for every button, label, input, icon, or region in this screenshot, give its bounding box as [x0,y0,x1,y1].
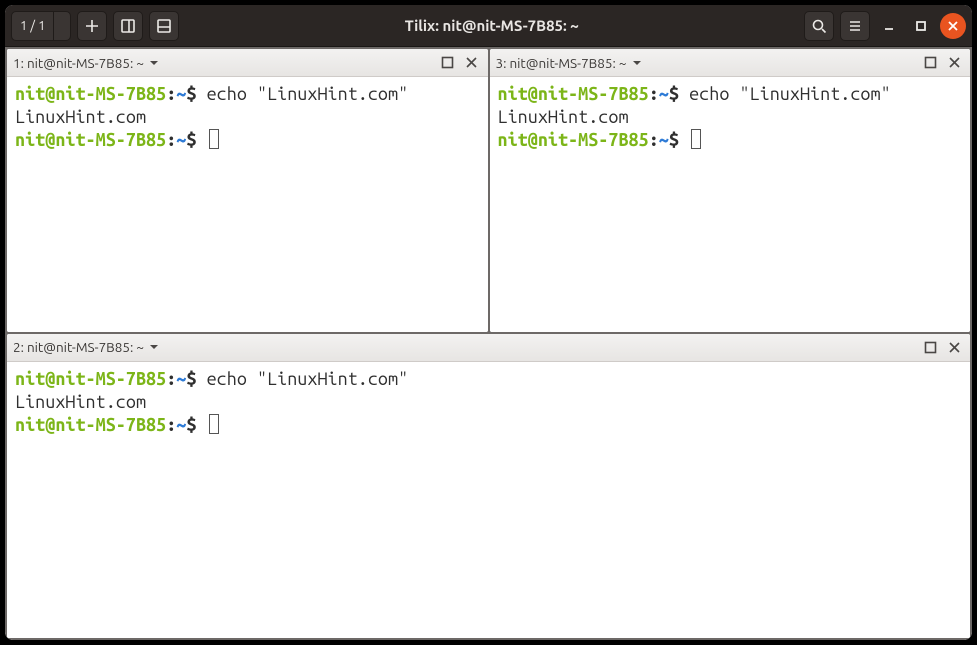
close-pane-icon[interactable] [944,53,964,73]
search-button[interactable] [804,11,834,41]
terminal-pane-3: 3: nit@nit-MS-7B85: ~ nit@nit-MS-7B85: [490,49,971,332]
prompt-path: ~ [176,369,186,389]
pane-title[interactable]: 1: nit@nit-MS-7B85: ~ [13,55,161,71]
pane-row-top: 1: nit@nit-MS-7B85: ~ nit@nit-MS-7B85: [7,49,970,332]
pane-header[interactable]: 2: nit@nit-MS-7B85: ~ [7,334,970,362]
prompt-path: ~ [176,415,186,435]
terminal-body[interactable]: nit@nit-MS-7B85:~$ echo "LinuxHint.com" … [7,362,970,638]
terminal-pane-1: 1: nit@nit-MS-7B85: ~ nit@nit-MS-7B85: [7,49,488,332]
menu-button[interactable] [840,11,870,41]
titlebar: 1 / 1 Tilix: nit@nit-MS-7B85: ~ [5,5,972,47]
minimize-button[interactable] [876,13,902,39]
cursor [209,414,219,434]
session-dropdown-icon[interactable] [53,12,70,40]
maximize-pane-icon[interactable] [920,53,940,73]
prompt-user-host: nit@nit-MS-7B85 [15,369,166,389]
split-down-button[interactable] [149,11,179,41]
pane-title-label: nit@nit-MS-7B85: ~ [509,55,626,71]
cursor [691,129,701,149]
split-right-button[interactable] [113,11,143,41]
terminal-pane-2: 2: nit@nit-MS-7B85: ~ nit@nit-MS-7B85: [7,334,970,638]
prompt-symbol: $ [186,415,196,435]
pane-row-bottom: 2: nit@nit-MS-7B85: ~ nit@nit-MS-7B85: [7,334,970,638]
app-window: 1 / 1 Tilix: nit@nit-MS-7B85: ~ [5,5,972,640]
prompt-symbol: $ [186,130,196,150]
terminal-body[interactable]: nit@nit-MS-7B85:~$ echo "LinuxHint.com" … [7,77,488,332]
pane-title-label: nit@nit-MS-7B85: ~ [27,55,144,71]
new-session-button[interactable] [77,11,107,41]
titlebar-left: 1 / 1 [11,11,179,41]
chevron-down-icon[interactable] [147,56,161,70]
prompt-user-host: nit@nit-MS-7B85 [15,130,166,150]
close-pane-icon[interactable] [462,53,482,73]
pane-title[interactable]: 3: nit@nit-MS-7B85: ~ [496,55,644,71]
command-output: LinuxHint.com [15,107,146,127]
prompt-symbol: $ [669,130,679,150]
maximize-pane-icon[interactable] [438,53,458,73]
terminal-body[interactable]: nit@nit-MS-7B85:~$ echo "LinuxHint.com" … [490,77,971,332]
pane-title-prefix: 3: [496,55,507,71]
pane-title[interactable]: 2: nit@nit-MS-7B85: ~ [13,339,161,355]
prompt-symbol: $ [669,84,679,104]
command-output: LinuxHint.com [15,392,146,412]
close-pane-icon[interactable] [944,337,964,357]
cursor [209,129,219,149]
titlebar-right [804,11,966,41]
pane-title-prefix: 2: [13,339,24,355]
command-text: echo "LinuxHint.com" [207,84,409,104]
session-switcher[interactable]: 1 / 1 [11,11,71,41]
maximize-pane-icon[interactable] [920,337,940,357]
prompt-user-host: nit@nit-MS-7B85 [498,84,649,104]
prompt-path: ~ [176,130,186,150]
prompt-user-host: nit@nit-MS-7B85 [15,84,166,104]
chevron-down-icon[interactable] [630,56,644,70]
command-output: LinuxHint.com [498,107,629,127]
prompt-symbol: $ [186,84,196,104]
maximize-button[interactable] [908,13,934,39]
prompt-user-host: nit@nit-MS-7B85 [15,415,166,435]
prompt-path: ~ [659,84,669,104]
session-counter[interactable]: 1 / 1 [12,12,53,40]
pane-title-prefix: 1: [13,55,24,71]
pane-container: 1: nit@nit-MS-7B85: ~ nit@nit-MS-7B85: [5,47,972,640]
prompt-user-host: nit@nit-MS-7B85 [498,130,649,150]
pane-title-label: nit@nit-MS-7B85: ~ [27,339,144,355]
pane-header[interactable]: 1: nit@nit-MS-7B85: ~ [7,49,488,77]
close-button[interactable] [940,13,966,39]
prompt-path: ~ [659,130,669,150]
pane-header[interactable]: 3: nit@nit-MS-7B85: ~ [490,49,971,77]
window-title: Tilix: nit@nit-MS-7B85: ~ [185,17,798,34]
prompt-symbol: $ [186,369,196,389]
command-text: echo "LinuxHint.com" [207,369,409,389]
command-text: echo "LinuxHint.com" [689,84,891,104]
prompt-path: ~ [176,84,186,104]
chevron-down-icon[interactable] [147,340,161,354]
